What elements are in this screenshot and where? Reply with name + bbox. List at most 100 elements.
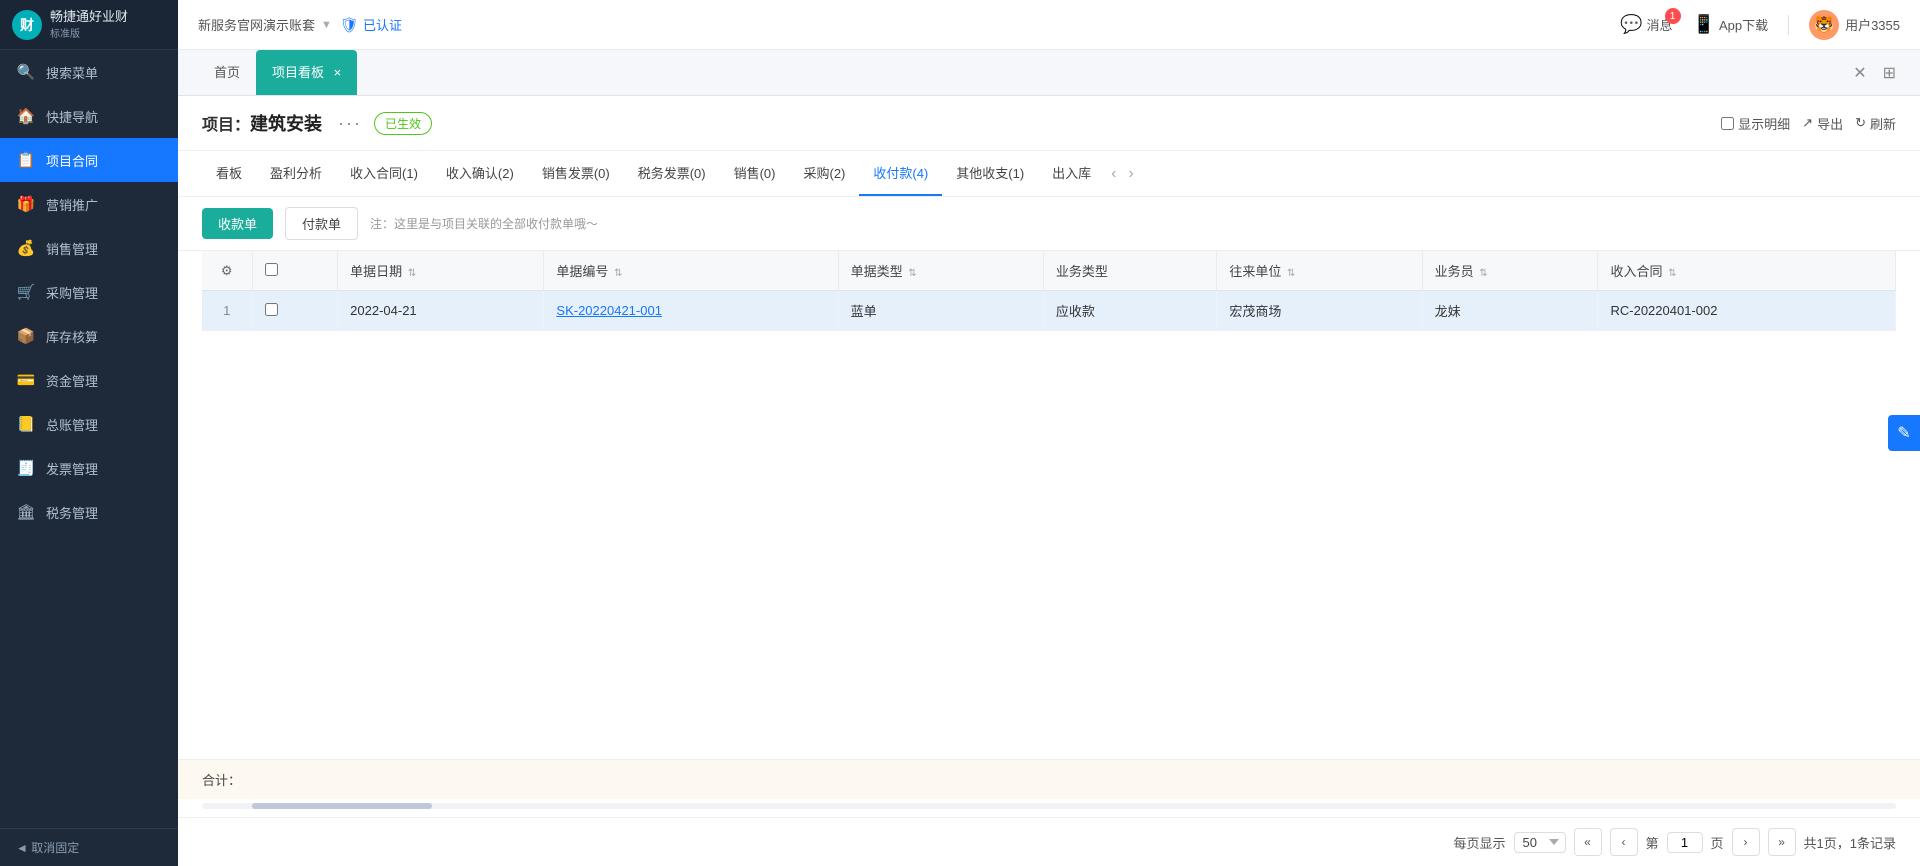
settings-icon[interactable]: ⚙: [221, 263, 233, 278]
payment-single-button[interactable]: 付款单: [285, 207, 358, 240]
sidebar-item-label: 销售管理: [46, 239, 98, 258]
sidebar-item-label: 采购管理: [46, 283, 98, 302]
col-settings[interactable]: ⚙: [202, 251, 252, 291]
receipt-icon: 🧾: [16, 458, 36, 478]
export-button[interactable]: ↗ 导出: [1802, 114, 1843, 133]
sidebar-item-invoice[interactable]: 🧾 发票管理: [0, 446, 178, 490]
sub-tab-inout-label: 出入库: [1052, 166, 1091, 181]
sidebar-item-tax[interactable]: 🏛 税务管理: [0, 490, 178, 534]
cell-salesperson: 龙妹: [1422, 291, 1598, 331]
sub-tab-inout[interactable]: 出入库: [1038, 151, 1105, 196]
table-row[interactable]: 1 2022-04-21 SK-20220421-001 蓝单 应收款 宏茂商场…: [202, 291, 1896, 331]
col-date[interactable]: 单据日期 ⇅: [338, 251, 544, 291]
sub-tab-receipt[interactable]: 收付款(4): [859, 151, 942, 196]
sidebar-item-sales[interactable]: 💰 销售管理: [0, 226, 178, 270]
unpin-label: ◄ 取消固定: [16, 839, 79, 856]
maximize-window-button[interactable]: ⊞: [1879, 59, 1900, 87]
sidebar-item-label: 库存核算: [46, 327, 98, 346]
show-detail-input[interactable]: [1721, 117, 1734, 130]
sub-tab-income-confirm[interactable]: 收入确认(2): [432, 151, 528, 196]
first-page-button[interactable]: «: [1574, 828, 1602, 856]
sub-nav-prev-icon[interactable]: ‹: [1105, 165, 1122, 183]
sidebar-item-quick-nav[interactable]: 🏠 快捷导航: [0, 94, 178, 138]
app-edition: 标准版: [50, 25, 128, 40]
sidebar-header: 财 畅捷通好业财 标准版: [0, 0, 178, 50]
certified-badge: 🛡 已认证: [340, 15, 402, 34]
col-number[interactable]: 单据编号 ⇅: [544, 251, 838, 291]
close-window-button[interactable]: ✕: [1849, 59, 1870, 87]
app-download-button[interactable]: 📱 App下载: [1693, 14, 1769, 35]
sidebar-item-search[interactable]: 🔍 搜索菜单: [0, 50, 178, 94]
prev-page-button[interactable]: ‹: [1610, 828, 1638, 856]
sum-row: 合计：: [178, 759, 1920, 799]
sub-tab-kanban[interactable]: 看板: [202, 151, 256, 196]
next-page-button[interactable]: ›: [1732, 828, 1760, 856]
sidebar-item-project-contract[interactable]: 📋 项目合同: [0, 138, 178, 182]
sub-tab-other-expense[interactable]: 其他收支(1): [942, 151, 1038, 196]
sidebar-item-label: 发票管理: [46, 459, 98, 478]
tool-panel-icon: ✎: [1897, 423, 1910, 443]
sidebar-item-purchase[interactable]: 🛒 采购管理: [0, 270, 178, 314]
tab-home[interactable]: 首页: [198, 50, 256, 95]
receipt-number-link[interactable]: SK-20220421-001: [556, 303, 662, 318]
more-options-button[interactable]: ···: [338, 113, 362, 134]
demo-account-badge[interactable]: 新服务官网演示账套 ▼: [198, 15, 332, 34]
sub-tab-profit[interactable]: 盈利分析: [256, 151, 336, 196]
sub-tab-sales-invoice-label: 销售发票(0): [542, 166, 610, 181]
select-all-checkbox[interactable]: [265, 263, 278, 276]
cell-income-contract: RC-20220401-002: [1598, 291, 1896, 331]
user-menu[interactable]: 🐯 用户3355: [1809, 10, 1900, 40]
col-partner-label: 往来单位: [1229, 264, 1281, 279]
refresh-button[interactable]: ↻ 刷新: [1855, 114, 1896, 133]
col-type[interactable]: 单据类型 ⇅: [838, 251, 1043, 291]
search-icon: 🔍: [16, 62, 36, 82]
sub-tab-sales-invoice[interactable]: 销售发票(0): [528, 151, 624, 196]
certified-label: 已认证: [363, 15, 402, 34]
scrollbar-thumb[interactable]: [252, 803, 432, 809]
pagination: 每页显示 50 20 100 « ‹ 第 页 › » 共1页，1条记录: [178, 817, 1920, 866]
cell-type: 蓝单: [838, 291, 1043, 331]
demo-account-text: 新服务官网演示账套: [198, 15, 315, 34]
sub-tab-tax-invoice-label: 税务发票(0): [638, 166, 706, 181]
sidebar-item-capital[interactable]: 💳 资金管理: [0, 358, 178, 402]
cell-checkbox: [252, 291, 338, 331]
topbar-right: 💬 消息 1 📱 App下载 🐯 用户3355: [1620, 10, 1900, 40]
sidebar-item-marketing[interactable]: 🎁 营销推广: [0, 182, 178, 226]
col-biz-type-label: 业务类型: [1056, 264, 1108, 279]
horizontal-scrollbar[interactable]: [178, 799, 1920, 817]
export-icon: ↗: [1802, 115, 1813, 131]
message-button[interactable]: 💬 消息 1: [1620, 14, 1672, 35]
show-detail-checkbox[interactable]: 显示明细: [1721, 114, 1790, 133]
action-row: 收款单 付款单 注：这里是与项目关联的全部收付款单哦～: [178, 197, 1920, 251]
sub-tab-tax-invoice[interactable]: 税务发票(0): [624, 151, 720, 196]
row-checkbox[interactable]: [265, 303, 278, 316]
col-income-contract[interactable]: 收入合同 ⇅: [1598, 251, 1896, 291]
sidebar-item-inventory[interactable]: 📦 库存核算: [0, 314, 178, 358]
sort-partner-icon: ⇅: [1287, 268, 1295, 279]
tab-close-icon[interactable]: ×: [334, 65, 342, 80]
refresh-icon: ↻: [1855, 115, 1866, 131]
sidebar-item-ledger[interactable]: 📒 总账管理: [0, 402, 178, 446]
sub-tab-sales[interactable]: 销售(0): [720, 151, 790, 196]
tab-project-board-label: 项目看板: [272, 65, 324, 80]
cell-date: 2022-04-21: [338, 291, 544, 331]
sub-tab-income-contract[interactable]: 收入合同(1): [336, 151, 432, 196]
page-size-select[interactable]: 50 20 100: [1514, 832, 1566, 853]
sub-nav-next-icon[interactable]: ›: [1123, 165, 1140, 183]
sub-tab-purchase[interactable]: 采购(2): [789, 151, 859, 196]
receipt-single-button[interactable]: 收款单: [202, 208, 273, 239]
export-label: 导出: [1817, 114, 1843, 133]
app-logo: 财: [12, 10, 42, 40]
sub-tab-receipt-label: 收付款(4): [873, 166, 928, 181]
sidebar-item-label: 资金管理: [46, 371, 98, 390]
cell-number[interactable]: SK-20220421-001: [544, 291, 838, 331]
col-number-label: 单据编号: [556, 264, 608, 279]
col-salesperson[interactable]: 业务员 ⇅: [1422, 251, 1598, 291]
unpin-button[interactable]: ◄ 取消固定: [0, 828, 178, 866]
col-partner[interactable]: 往来单位 ⇅: [1217, 251, 1422, 291]
tab-project-board[interactable]: 项目看板 ×: [256, 50, 357, 95]
cell-seq: 1: [202, 291, 252, 331]
right-tool-panel-button[interactable]: ✎: [1888, 415, 1920, 451]
page-number-input[interactable]: [1667, 832, 1703, 853]
last-page-button[interactable]: »: [1768, 828, 1796, 856]
